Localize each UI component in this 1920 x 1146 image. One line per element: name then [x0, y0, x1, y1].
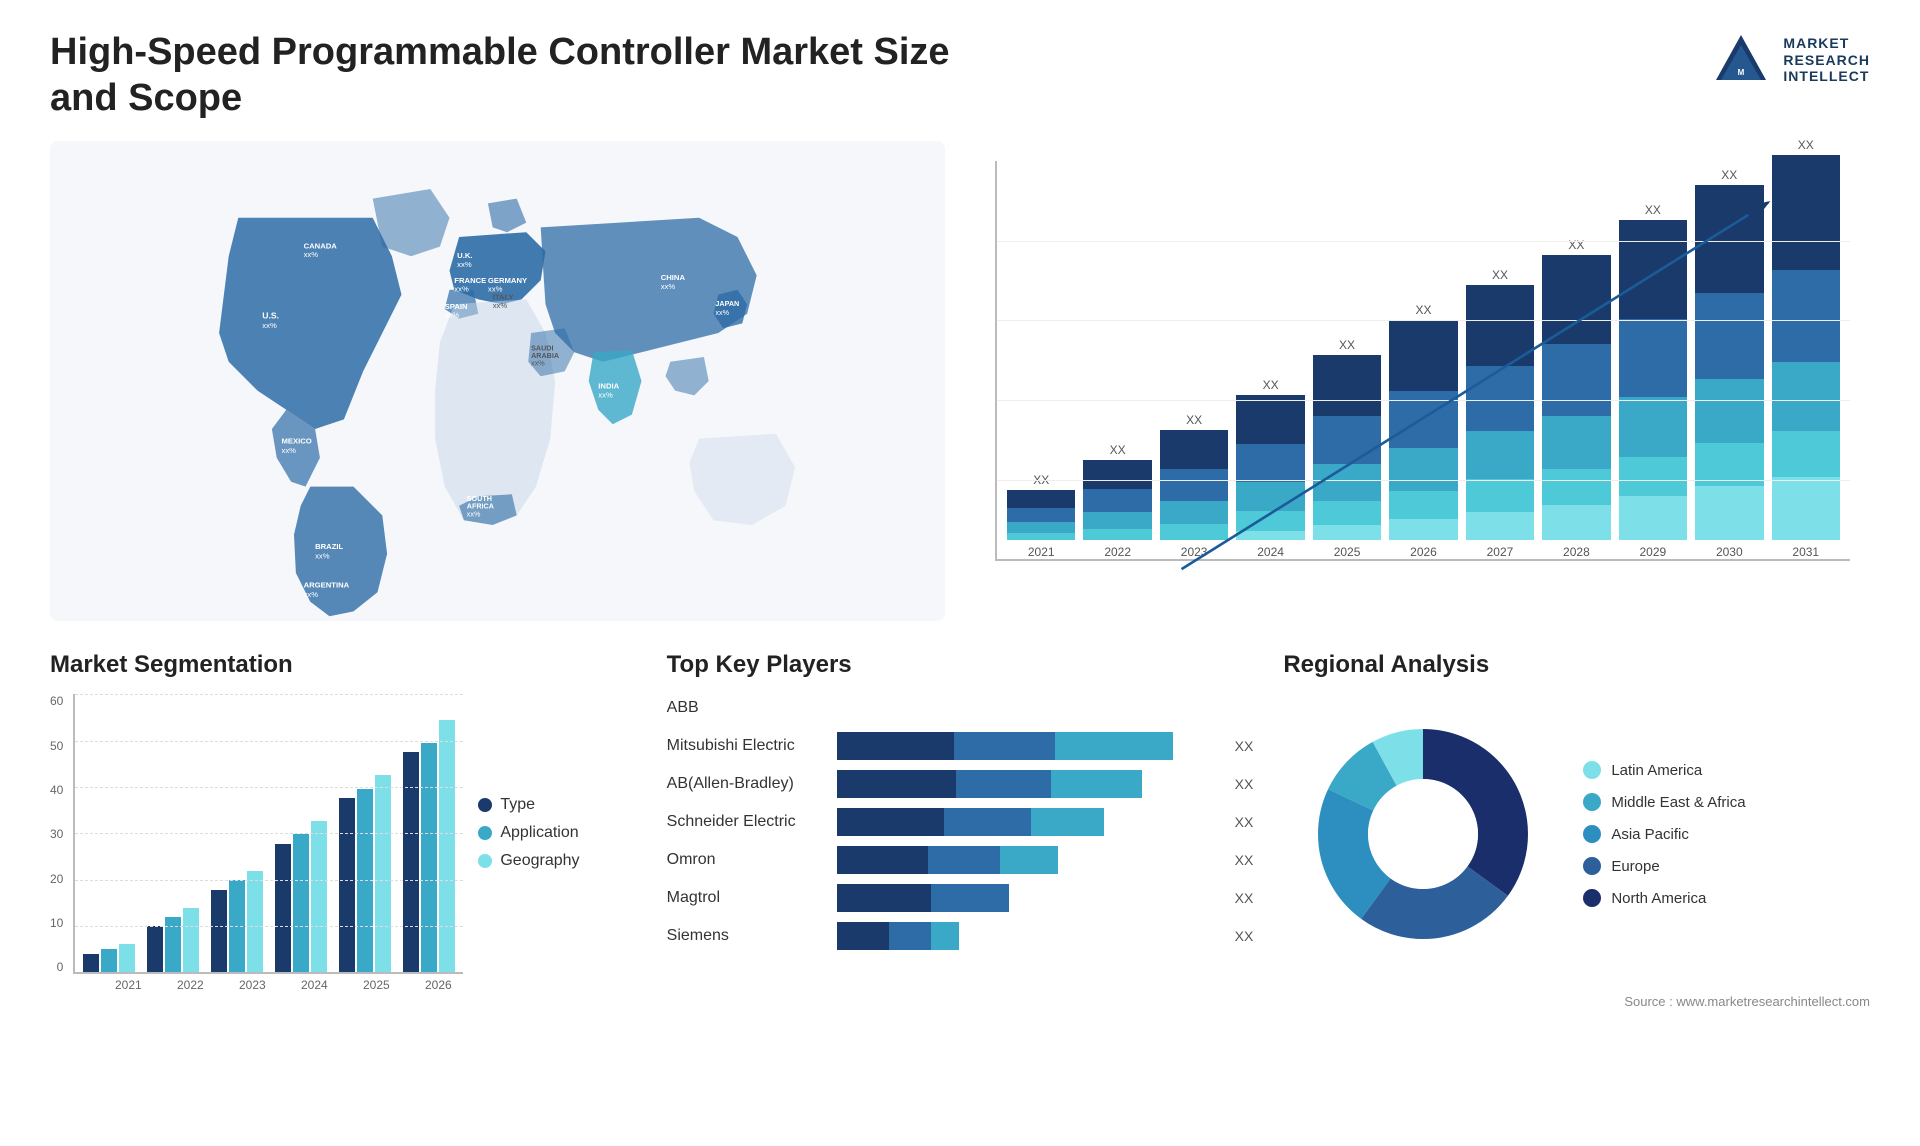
regional-legend: Latin America Middle East & Africa Asia …	[1583, 761, 1745, 907]
svg-text:GERMANY: GERMANY	[488, 276, 527, 285]
svg-text:xx%: xx%	[315, 552, 330, 561]
logo-text: MARKET RESEARCH INTELLECT	[1783, 35, 1870, 85]
bar-2030: XX 2030	[1695, 168, 1763, 559]
svg-text:xx%: xx%	[531, 359, 545, 368]
player-row-magtrol: Magtrol XX	[667, 884, 1254, 912]
donut-chart	[1283, 694, 1563, 974]
page-title: High-Speed Programmable Controller Marke…	[50, 30, 950, 121]
players-section: Top Key Players ABB Mitsubishi Electric …	[667, 641, 1254, 1019]
color-north-america	[1583, 889, 1601, 907]
segmentation-title: Market Segmentation	[50, 651, 637, 679]
page-container: High-Speed Programmable Controller Marke…	[0, 0, 1920, 1146]
svg-text:CHINA: CHINA	[661, 273, 686, 282]
svg-text:ARGENTINA: ARGENTINA	[304, 581, 350, 590]
bar-2022: XX 2022	[1083, 443, 1151, 559]
bar-2028: XX 2028	[1542, 238, 1610, 559]
legend-dot-application	[478, 826, 492, 840]
svg-text:xx%: xx%	[445, 311, 460, 320]
legend-asia-pacific: Asia Pacific	[1583, 825, 1745, 843]
svg-text:xx%: xx%	[661, 282, 676, 291]
bar-2024: XX 2024	[1236, 378, 1304, 559]
legend-dot-geography	[478, 854, 492, 868]
svg-text:xx%: xx%	[304, 250, 319, 259]
player-row-siemens: Siemens XX	[667, 922, 1254, 950]
seg-x-labels: 2021 2022 2023 2024 2025 2026	[57, 978, 463, 992]
svg-text:xx%: xx%	[282, 446, 297, 455]
donut-wrapper: Latin America Middle East & Africa Asia …	[1283, 694, 1870, 974]
legend-application: Application	[478, 824, 579, 842]
svg-text:U.S.: U.S.	[262, 311, 279, 321]
svg-text:SPAIN: SPAIN	[445, 302, 468, 311]
svg-text:CANADA: CANADA	[304, 242, 338, 251]
svg-text:xx%: xx%	[467, 510, 481, 519]
bar-2026: XX 2026	[1389, 303, 1457, 559]
legend-latin-america: Latin America	[1583, 761, 1745, 779]
player-row-schneider: Schneider Electric XX	[667, 808, 1254, 836]
bar-2025: XX 2025	[1313, 338, 1381, 559]
regional-title: Regional Analysis	[1283, 651, 1870, 679]
svg-text:xx%: xx%	[715, 308, 729, 317]
color-europe	[1583, 857, 1601, 875]
bar-2021: XX 2021	[1007, 473, 1075, 559]
legend-europe: Europe	[1583, 857, 1745, 875]
color-middle-east-africa	[1583, 793, 1601, 811]
legend-middle-east-africa: Middle East & Africa	[1583, 793, 1745, 811]
growth-chart-section: XX 2021 XX	[975, 141, 1870, 621]
legend-dot-type	[478, 798, 492, 812]
svg-text:FRANCE: FRANCE	[454, 276, 486, 285]
player-row-abb: ABB	[667, 694, 1254, 722]
world-map: U.S. xx% CANADA xx% MEXICO xx% BRAZIL xx…	[50, 141, 945, 621]
seg-chart-bars	[73, 694, 463, 974]
bar-2027: XX 2027	[1466, 268, 1534, 559]
svg-text:xx%: xx%	[454, 285, 469, 294]
seg-legend: Type Application Geography	[478, 694, 579, 992]
seg-bar-geo	[119, 944, 135, 972]
svg-text:xx%: xx%	[598, 391, 613, 400]
svg-text:ITALY: ITALY	[493, 293, 514, 302]
svg-text:U.K.: U.K.	[457, 251, 472, 260]
map-section: U.S. xx% CANADA xx% MEXICO xx% BRAZIL xx…	[50, 141, 945, 621]
svg-text:xx%: xx%	[304, 590, 319, 599]
logo-area: M MARKET RESEARCH INTELLECT	[1711, 30, 1870, 90]
players-title: Top Key Players	[667, 651, 1254, 679]
seg-group-2026	[403, 720, 455, 972]
color-latin-america	[1583, 761, 1601, 779]
bar-2031: XX 2031	[1772, 138, 1840, 559]
seg-group-2024	[275, 821, 327, 972]
player-row-omron: Omron XX	[667, 846, 1254, 874]
player-row-mitsubishi: Mitsubishi Electric XX	[667, 732, 1254, 760]
bar-2023: XX 2023	[1160, 413, 1228, 559]
color-asia-pacific	[1583, 825, 1601, 843]
seg-bar-app	[101, 949, 117, 972]
svg-text:INDIA: INDIA	[598, 382, 619, 391]
svg-text:MEXICO: MEXICO	[282, 437, 312, 446]
svg-text:xx%: xx%	[457, 260, 472, 269]
seg-group-2023	[211, 871, 263, 972]
seg-group-2025	[339, 775, 391, 972]
logo-icon: M	[1711, 30, 1771, 90]
growth-bars: XX 2021 XX	[995, 161, 1850, 561]
svg-text:xx%: xx%	[262, 321, 277, 330]
legend-north-america: North America	[1583, 889, 1745, 907]
legend-type: Type	[478, 796, 579, 814]
header: High-Speed Programmable Controller Marke…	[50, 30, 1870, 121]
legend-geography: Geography	[478, 852, 579, 870]
seg-group-2022	[147, 908, 199, 972]
player-row-allen-bradley: AB(Allen-Bradley) XX	[667, 770, 1254, 798]
svg-text:xx%: xx%	[493, 301, 508, 310]
seg-group-2021	[83, 944, 135, 972]
source-text: Source : www.marketresearchintellect.com	[1283, 994, 1870, 1009]
seg-bar-type	[83, 954, 99, 972]
svg-text:JAPAN: JAPAN	[715, 299, 739, 308]
svg-text:M: M	[1738, 68, 1745, 77]
regional-section: Regional Analysis	[1283, 641, 1870, 1019]
bar-2029: XX 2029	[1619, 203, 1687, 559]
svg-text:BRAZIL: BRAZIL	[315, 542, 343, 551]
bottom-grid: Market Segmentation 60 50 40 30 20 10 0	[50, 641, 1870, 1019]
segmentation-section: Market Segmentation 60 50 40 30 20 10 0	[50, 641, 637, 1019]
